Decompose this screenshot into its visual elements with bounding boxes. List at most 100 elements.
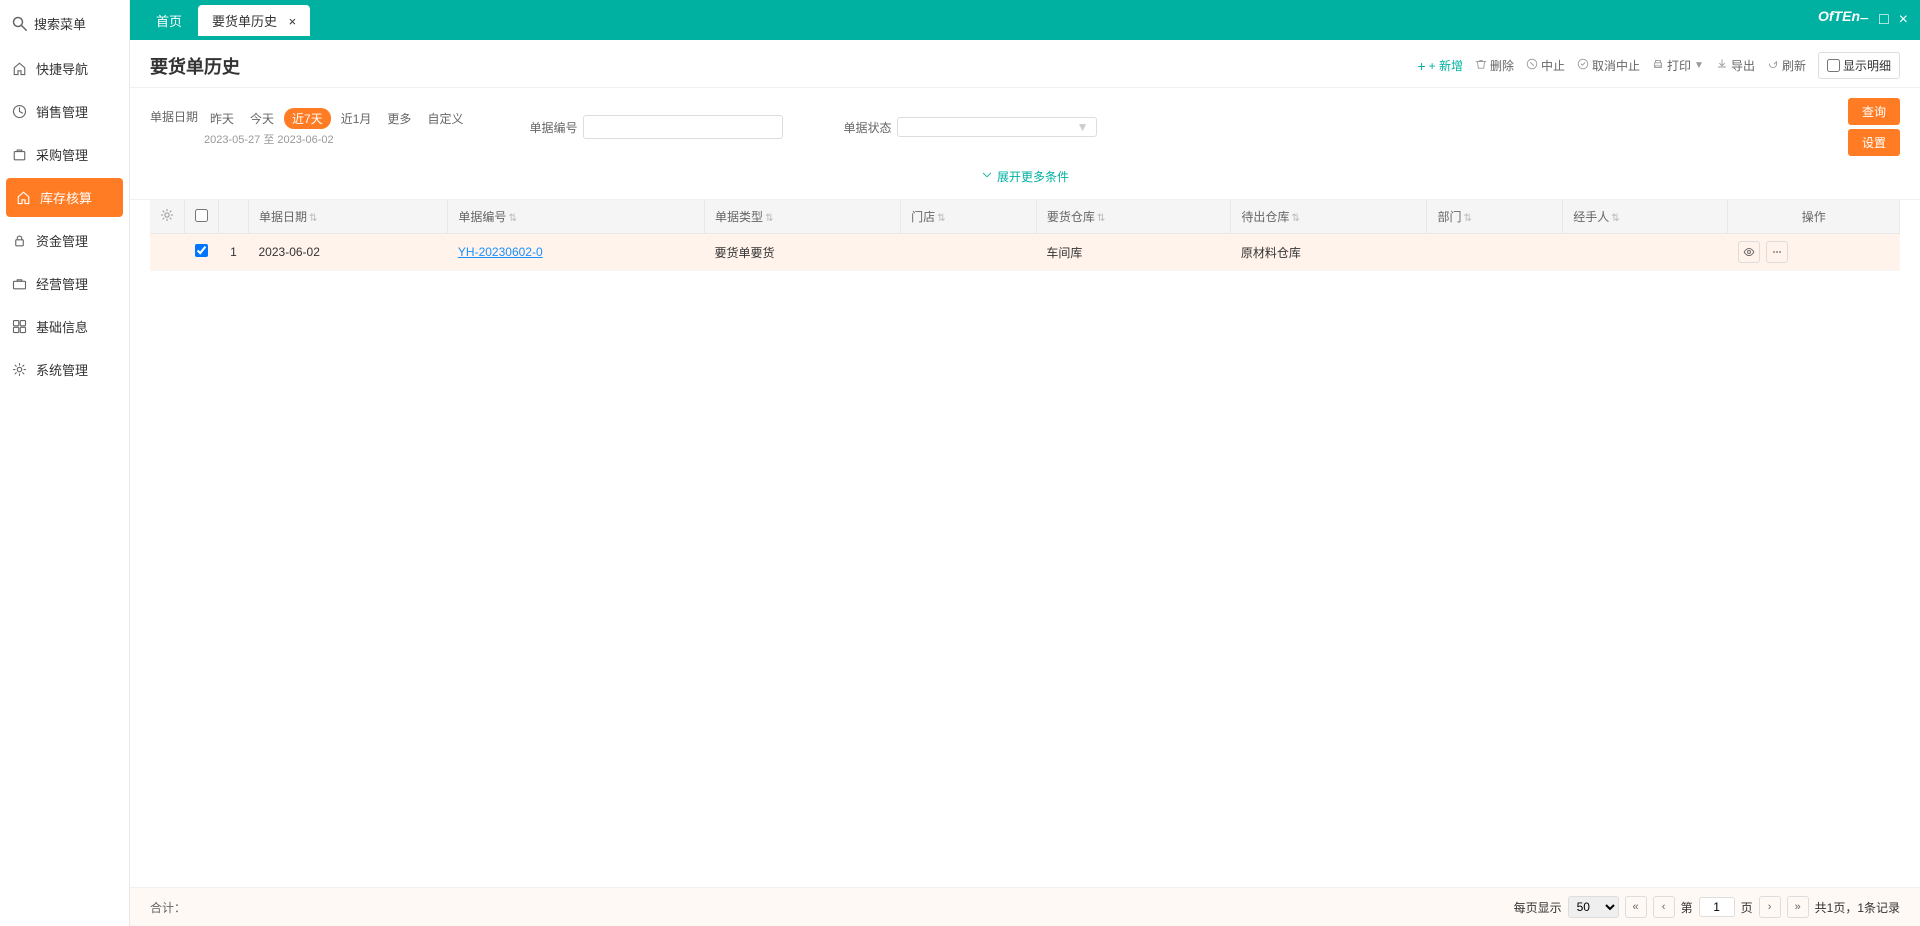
table-row: 1 2023-06-02 YH-20230602-0 要货单要货 车间库 原材料…: [150, 234, 1900, 271]
gear-icon: [160, 211, 174, 225]
stop-icon: [1526, 58, 1538, 73]
doc-number-input[interactable]: [583, 115, 783, 139]
row-more-btn[interactable]: [1766, 241, 1788, 263]
sidebar-item-finance[interactable]: 资金管理: [0, 219, 129, 262]
num-col-header: [219, 200, 249, 234]
sidebar-item-inventory[interactable]: 库存核算: [6, 178, 123, 217]
status-select[interactable]: ▼: [897, 117, 1097, 137]
select-all-col[interactable]: [185, 200, 219, 234]
sort-icon: ⇅: [937, 213, 945, 224]
settings-button[interactable]: 设置: [1848, 129, 1900, 156]
sidebar-item-basic-info[interactable]: 基础信息: [0, 305, 129, 348]
handler-col-header[interactable]: 经手人⇅: [1563, 200, 1728, 234]
store-col-header[interactable]: 门店⇅: [901, 200, 1037, 234]
sort-icon: ⇅: [309, 213, 317, 224]
row-view-btn[interactable]: [1738, 241, 1760, 263]
sidebar-item-label: 快捷导航: [36, 59, 88, 78]
display-detail-checkbox[interactable]: [1827, 59, 1840, 72]
doc-type-col-header[interactable]: 单据类型⇅: [705, 200, 901, 234]
page-number-input[interactable]: [1699, 897, 1735, 917]
prev-page-btn[interactable]: ‹: [1653, 896, 1675, 918]
sidebar-item-operations[interactable]: 经营管理: [0, 262, 129, 305]
window-minimize[interactable]: −: [1860, 11, 1869, 29]
cancel-stop-button[interactable]: 取消中止: [1577, 57, 1640, 74]
doc-number-filter: 单据编号: [529, 115, 783, 139]
gear-col-header[interactable]: [150, 200, 185, 234]
lock-icon: [10, 232, 28, 250]
delete-icon: [1475, 58, 1487, 73]
new-button[interactable]: + + 新增: [1417, 57, 1463, 74]
stop-button[interactable]: 中止: [1526, 57, 1565, 74]
pagination: 每页显示 2050100200 « ‹ 第 页 › » 共1页，1条记录: [1514, 896, 1900, 918]
refresh-icon: [1767, 58, 1779, 73]
topbar: 首页 要货单历史 × − □ × OfTEn: [130, 0, 1920, 40]
doc-number-col-header[interactable]: 单据编号⇅: [448, 200, 705, 234]
operation-col-header: 操作: [1728, 200, 1900, 234]
row-store: [901, 234, 1037, 271]
row-pending-warehouse: 原材料仓库: [1231, 234, 1427, 271]
header-actions: + + 新增 删除 中止: [1417, 52, 1900, 79]
delete-button[interactable]: 删除: [1475, 57, 1514, 74]
page-unit: 页: [1741, 899, 1753, 916]
date-btn-7days[interactable]: 近7天: [284, 108, 331, 129]
pending-warehouse-col-header[interactable]: 待出仓库⇅: [1231, 200, 1427, 234]
next-page-btn[interactable]: ›: [1759, 896, 1781, 918]
export-icon: [1716, 58, 1728, 73]
sidebar-search[interactable]: 搜索菜单: [0, 0, 129, 47]
row-actions: [1728, 234, 1900, 271]
row-doc-number[interactable]: YH-20230602-0: [448, 234, 705, 271]
date-btn-more[interactable]: 更多: [381, 108, 417, 129]
date-btn-yesterday[interactable]: 昨天: [204, 108, 240, 129]
print-icon: [1652, 58, 1664, 73]
settings-icon: [10, 361, 28, 379]
window-maximize[interactable]: □: [1879, 11, 1889, 29]
expand-more-button[interactable]: 展开更多条件: [981, 164, 1069, 189]
display-detail-button[interactable]: 显示明细: [1818, 52, 1900, 79]
page-size-select[interactable]: 2050100200: [1568, 896, 1619, 918]
sidebar-search-label: 搜索菜单: [34, 14, 86, 33]
status-filter: 单据状态 ▼: [843, 117, 1097, 137]
total-info: 共1页，1条记录: [1815, 899, 1900, 916]
row-checkbox[interactable]: [185, 234, 219, 271]
date-filter-label: 单据日期: [150, 108, 198, 125]
sidebar-item-quick-nav[interactable]: 快捷导航: [0, 47, 129, 90]
box-icon: [10, 146, 28, 164]
filter-actions: 查询 设置: [1848, 98, 1900, 156]
department-col-header[interactable]: 部门⇅: [1427, 200, 1563, 234]
total-label: 合计：: [150, 899, 186, 916]
search-icon: [10, 15, 28, 33]
refresh-button[interactable]: 刷新: [1767, 57, 1806, 74]
date-buttons: 昨天 今天 近7天 近1月 更多 自定义: [204, 108, 469, 129]
tab-active[interactable]: 要货单历史 ×: [198, 5, 310, 36]
house-icon: [14, 189, 32, 207]
home-icon: [10, 60, 28, 78]
sidebar-item-system[interactable]: 系统管理: [0, 348, 129, 391]
select-all-checkbox[interactable]: [195, 209, 208, 222]
req-warehouse-col-header[interactable]: 要货仓库⇅: [1036, 200, 1231, 234]
first-page-btn[interactable]: «: [1625, 896, 1647, 918]
filter-row-1: 单据日期 昨天 今天 近7天 近1月 更多 自定义 2023-05-27 至 2…: [150, 98, 1900, 156]
sidebar-item-label: 经营管理: [36, 274, 88, 293]
last-page-btn[interactable]: »: [1787, 896, 1809, 918]
doc-date-col-header[interactable]: 单据日期⇅: [249, 200, 448, 234]
doc-number-label: 单据编号: [529, 119, 577, 136]
tab-close-icon[interactable]: ×: [289, 14, 297, 29]
query-button[interactable]: 查询: [1848, 98, 1900, 125]
date-btn-1month[interactable]: 近1月: [335, 108, 378, 129]
grid-icon: [10, 318, 28, 336]
filter-area: 单据日期 昨天 今天 近7天 近1月 更多 自定义 2023-05-27 至 2…: [130, 88, 1920, 200]
sidebar-item-purchase[interactable]: 采购管理: [0, 133, 129, 176]
row-gear: [150, 234, 185, 271]
sidebar-item-sales[interactable]: 销售管理: [0, 90, 129, 133]
date-btn-today[interactable]: 今天: [244, 108, 280, 129]
page-label: 第: [1681, 899, 1693, 916]
tab-home[interactable]: 首页: [142, 5, 196, 36]
chart-icon: [10, 103, 28, 121]
date-btn-custom[interactable]: 自定义: [421, 108, 469, 129]
export-button[interactable]: 导出: [1716, 57, 1755, 74]
window-close[interactable]: ×: [1899, 11, 1908, 29]
print-button[interactable]: 打印 ▼: [1652, 57, 1704, 74]
sidebar-item-label: 系统管理: [36, 360, 88, 379]
briefcase-icon: [10, 275, 28, 293]
brand-label: OfTEn: [1818, 8, 1860, 24]
